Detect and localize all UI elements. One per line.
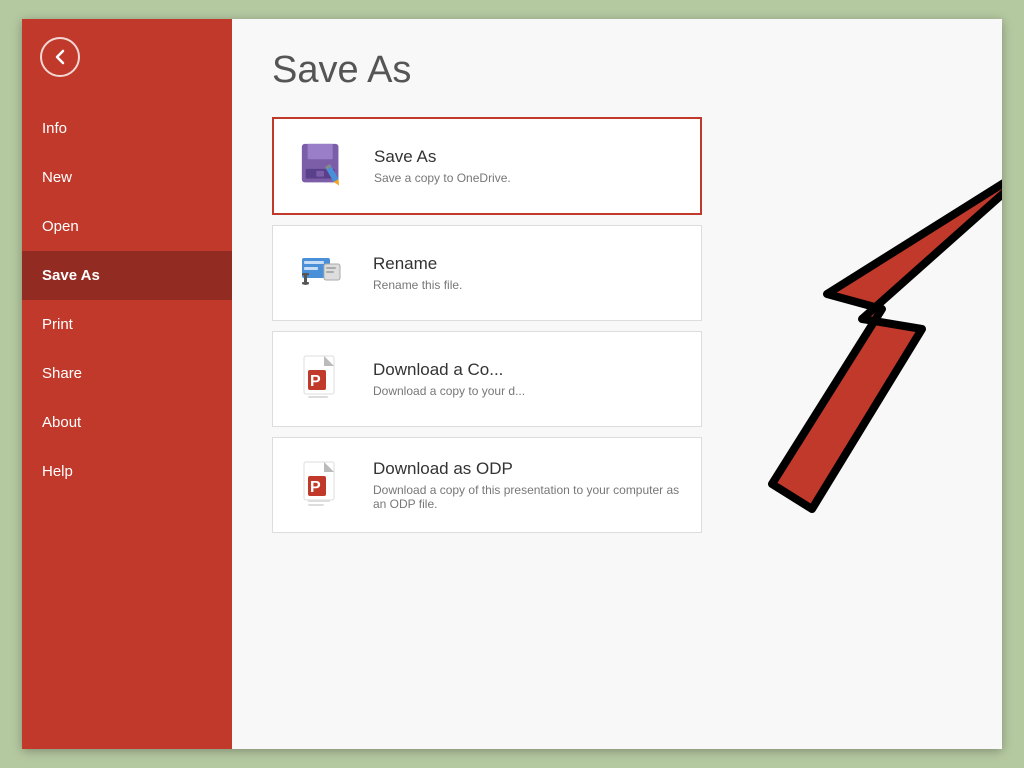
rename-icon xyxy=(288,238,358,308)
download-odp-option[interactable]: P Download as ODP Download a copy of thi… xyxy=(272,437,702,533)
download-copy-text: Download a Co... Download a copy to your… xyxy=(373,360,525,398)
download-odp-icon: P xyxy=(288,450,358,520)
sidebar-item-about[interactable]: About xyxy=(22,398,232,447)
sidebar-item-open[interactable]: Open xyxy=(22,202,232,251)
save-as-title: Save As xyxy=(374,147,511,167)
arrow-indicator xyxy=(662,139,1002,539)
sidebar-item-info[interactable]: Info xyxy=(22,104,232,153)
svg-text:P: P xyxy=(310,373,321,390)
sidebar-nav: Info New Open Save As Print Share About … xyxy=(22,104,232,496)
main-content: Save As xyxy=(232,19,1002,749)
save-as-option[interactable]: Save As Save a copy to OneDrive. xyxy=(272,117,702,215)
rename-desc: Rename this file. xyxy=(373,278,462,292)
download-odp-text: Download as ODP Download a copy of this … xyxy=(373,459,686,511)
rename-title: Rename xyxy=(373,254,462,274)
download-copy-desc: Download a copy to your d... xyxy=(373,384,525,398)
save-as-icon xyxy=(289,131,359,201)
sidebar-item-print[interactable]: Print xyxy=(22,300,232,349)
sidebar-item-share[interactable]: Share xyxy=(22,349,232,398)
download-copy-title: Download a Co... xyxy=(373,360,525,380)
sidebar-item-new[interactable]: New xyxy=(22,153,232,202)
page-title: Save As xyxy=(272,49,962,92)
rename-text: Rename Rename this file. xyxy=(373,254,462,292)
download-odp-title: Download as ODP xyxy=(373,459,686,479)
svg-text:P: P xyxy=(310,479,321,496)
save-as-desc: Save a copy to OneDrive. xyxy=(374,171,511,185)
download-copy-icon: P xyxy=(288,344,358,414)
rename-option[interactable]: Rename Rename this file. xyxy=(272,225,702,321)
download-copy-option[interactable]: P Download a Co... Download a copy to yo… xyxy=(272,331,702,427)
save-as-text: Save As Save a copy to OneDrive. xyxy=(374,147,511,185)
back-circle-icon xyxy=(40,37,80,77)
back-button[interactable] xyxy=(32,29,87,84)
sidebar-item-help[interactable]: Help xyxy=(22,447,232,496)
sidebar-item-save-as[interactable]: Save As xyxy=(22,251,232,300)
sidebar: Info New Open Save As Print Share About … xyxy=(22,19,232,749)
download-odp-desc: Download a copy of this presentation to … xyxy=(373,483,686,511)
app-window: Info New Open Save As Print Share About … xyxy=(22,19,1002,749)
